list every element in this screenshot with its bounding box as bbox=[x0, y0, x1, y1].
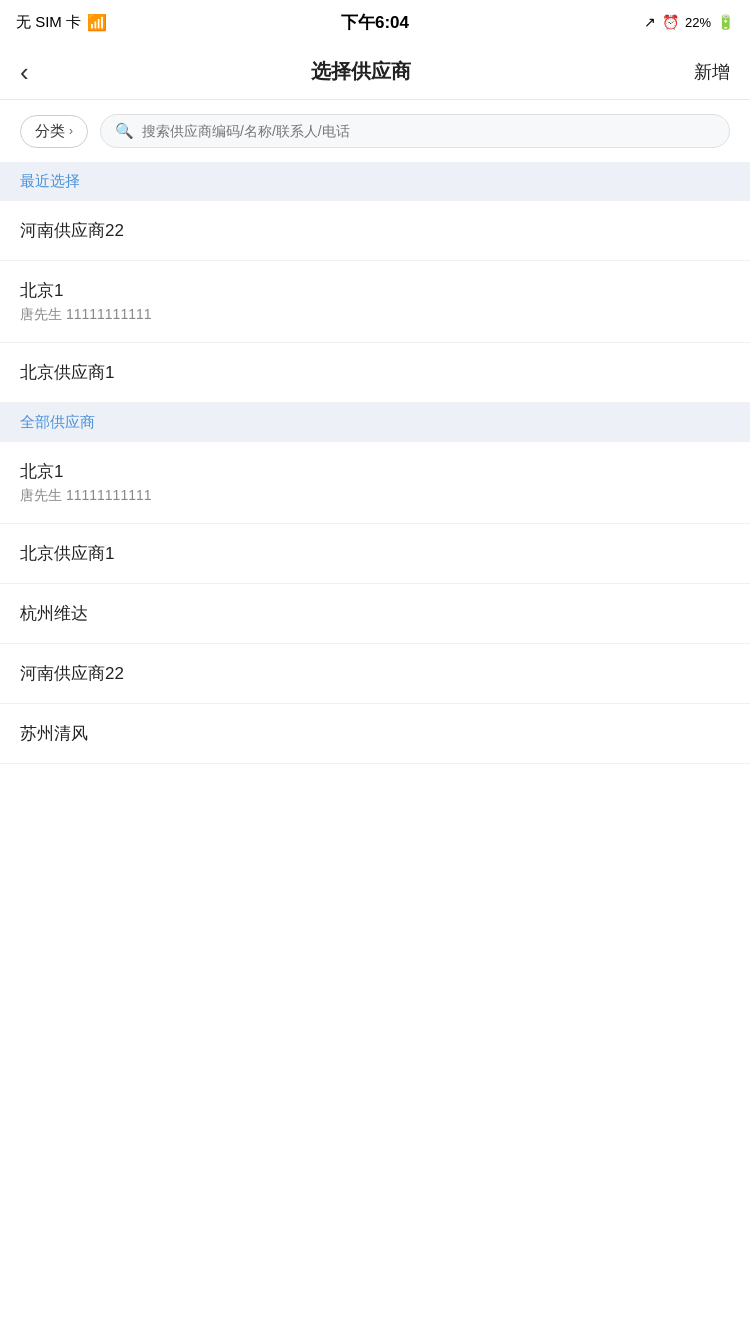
battery-icon: 🔋 bbox=[717, 14, 734, 30]
item-name: 河南供应商22 bbox=[20, 662, 730, 685]
supplier-list: 最近选择河南供应商22 北京1 唐先生 11111111111 北京供应商1 全部供应商… bbox=[0, 162, 750, 764]
location-icon: ↗ bbox=[644, 14, 656, 30]
search-input[interactable] bbox=[142, 123, 715, 139]
item-name: 苏州清风 bbox=[20, 722, 730, 745]
battery-label: 22% bbox=[685, 15, 711, 30]
item-name: 北京供应商1 bbox=[20, 542, 730, 565]
item-name: 北京供应商1 bbox=[20, 361, 730, 384]
section-header-all: 全部供应商 bbox=[0, 403, 750, 442]
status-left: 无 SIM 卡 📶 bbox=[16, 13, 107, 32]
item-name: 杭州维达 bbox=[20, 602, 730, 625]
item-name: 北京1 bbox=[20, 279, 730, 302]
item-name: 河南供应商22 bbox=[20, 219, 730, 242]
list-item[interactable]: 杭州维达 bbox=[0, 584, 750, 644]
item-sub: 唐先生 11111111111 bbox=[20, 306, 730, 324]
filter-bar: 分类 › 🔍 bbox=[0, 100, 750, 162]
back-button[interactable]: ‹ bbox=[20, 59, 29, 85]
list-item[interactable]: 北京1 唐先生 11111111111 bbox=[0, 442, 750, 524]
search-box: 🔍 bbox=[100, 114, 730, 148]
category-button[interactable]: 分类 › bbox=[20, 115, 88, 148]
item-name: 北京1 bbox=[20, 460, 730, 483]
list-item[interactable]: 河南供应商22 bbox=[0, 201, 750, 261]
list-item[interactable]: 北京1 唐先生 11111111111 bbox=[0, 261, 750, 343]
sim-label: 无 SIM 卡 bbox=[16, 13, 81, 32]
search-icon: 🔍 bbox=[115, 122, 134, 140]
page-title: 选择供应商 bbox=[311, 58, 411, 85]
category-label: 分类 bbox=[35, 122, 65, 141]
chevron-right-icon: › bbox=[69, 124, 73, 138]
list-item[interactable]: 河南供应商22 bbox=[0, 644, 750, 704]
add-button[interactable]: 新增 bbox=[694, 60, 730, 84]
item-sub: 唐先生 11111111111 bbox=[20, 487, 730, 505]
alarm-icon: ⏰ bbox=[662, 14, 679, 30]
wifi-icon: 📶 bbox=[87, 13, 107, 32]
status-bar: 无 SIM 卡 📶 下午6:04 ↗ ⏰ 22% 🔋 bbox=[0, 0, 750, 44]
status-time: 下午6:04 bbox=[341, 11, 409, 34]
nav-bar: ‹ 选择供应商 新增 bbox=[0, 44, 750, 100]
list-item[interactable]: 北京供应商1 bbox=[0, 343, 750, 403]
list-item[interactable]: 北京供应商1 bbox=[0, 524, 750, 584]
list-item[interactable]: 苏州清风 bbox=[0, 704, 750, 764]
status-right: ↗ ⏰ 22% 🔋 bbox=[644, 14, 734, 30]
section-header-recent: 最近选择 bbox=[0, 162, 750, 201]
